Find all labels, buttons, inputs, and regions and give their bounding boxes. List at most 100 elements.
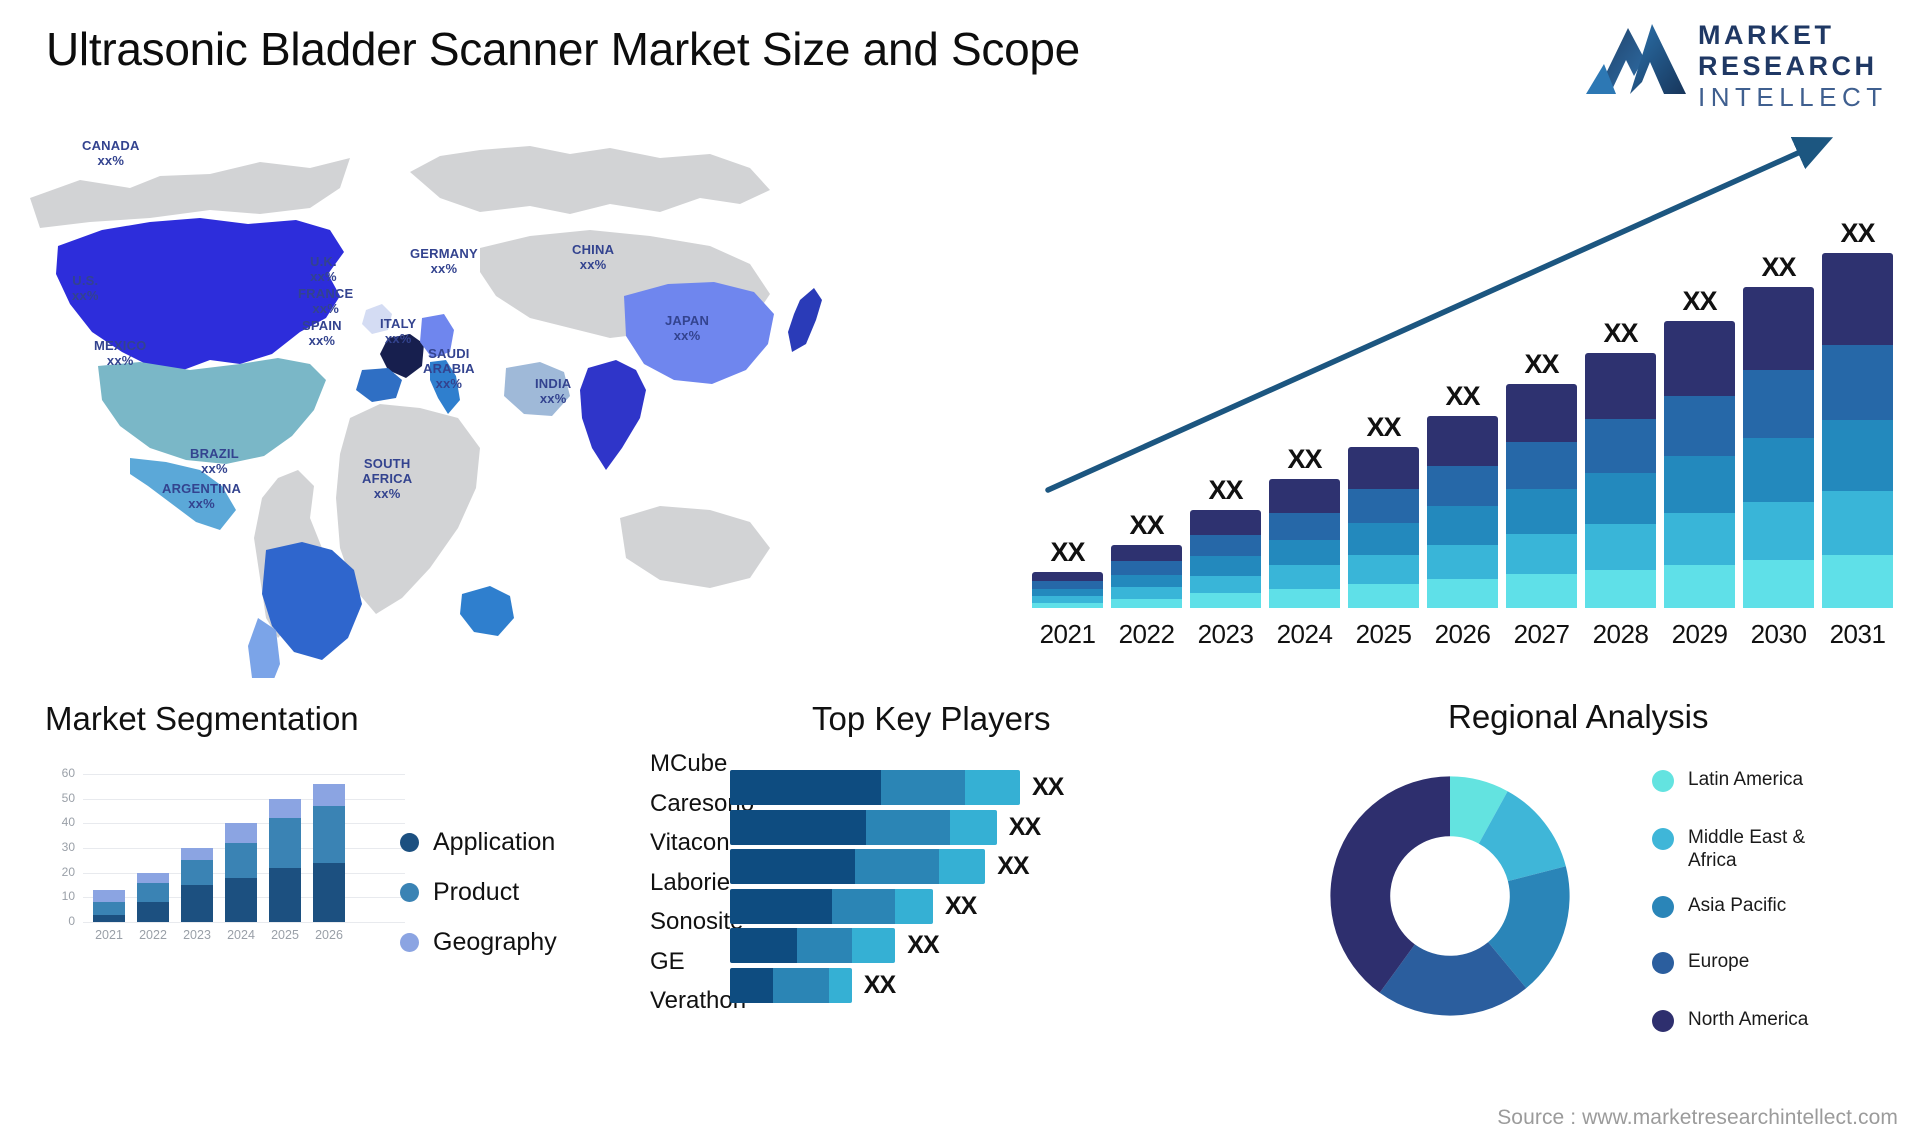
segmentation-y-tick: 30: [61, 840, 75, 854]
segmentation-segment-geography: [181, 848, 213, 861]
map-label-country: GERMANY: [410, 246, 478, 261]
segmentation-segment-application: [181, 885, 213, 922]
growth-bar-segment-band-1-top: [1506, 384, 1577, 443]
segmentation-legend-item-application[interactable]: Application: [400, 828, 555, 857]
growth-bar-segment-band-3: [1506, 489, 1577, 535]
map-label-china: CHINA xx%: [572, 242, 614, 272]
map-country-japan: [788, 288, 822, 352]
source-text: Source : www.marketresearchintellect.com: [1497, 1106, 1898, 1129]
growth-bar-segment-band-4: [1269, 565, 1340, 589]
segmentation-segment-geography: [137, 872, 169, 883]
segmentation-legend-label: Geography: [433, 928, 557, 956]
map-label-value: xx%: [201, 461, 228, 476]
segmentation-legend-label: Application: [433, 828, 556, 856]
player-bar-segment-2: [880, 770, 965, 805]
segmentation-gridline: [83, 922, 405, 923]
map-label-mexico: MEXICO xx%: [94, 338, 146, 368]
segmentation-bar-2021: [93, 889, 125, 922]
growth-bar-stack: [1506, 384, 1577, 608]
map-label-country: INDIA: [535, 376, 572, 391]
growth-bar-segment-band-5-bottom: [1506, 574, 1577, 608]
growth-bar-stack: [1348, 447, 1419, 608]
growth-bar-value-label: XX: [1445, 381, 1480, 411]
growth-bar-segment-band-1-top: [1664, 321, 1735, 396]
growth-bar-segment-band-5-bottom: [1032, 602, 1103, 608]
regional-legend-item-europe[interactable]: Europe: [1652, 950, 1749, 974]
logo-line-1: MARKET: [1698, 20, 1835, 50]
player-bar-segment-1: [730, 928, 797, 963]
regional-legend-item-asia-pacific[interactable]: Asia Pacific: [1652, 894, 1786, 918]
growth-bar-value-label: XX: [1208, 475, 1243, 505]
segmentation-x-tick: 2022: [139, 928, 167, 942]
growth-bar-segment-band-1-top: [1427, 416, 1498, 466]
player-bar-segment-3: [938, 849, 986, 884]
growth-bar-2022: XX: [1111, 510, 1182, 608]
map-label-u-k: U.K. xx%: [310, 254, 337, 284]
growth-bar-segment-band-4: [1664, 513, 1735, 565]
player-bar-segment-2: [854, 849, 939, 884]
regional-legend-item-north-america[interactable]: North America: [1652, 1008, 1808, 1032]
regional-legend-item-middle-east-africa[interactable]: Middle East & Africa: [1652, 826, 1805, 872]
player-label-laborie: Laborie: [650, 868, 731, 896]
growth-bar-value-label: XX: [1840, 218, 1875, 248]
map-label-value: xx%: [106, 353, 134, 368]
player-bar-segment-1: [730, 967, 774, 1003]
segmentation-segment-geography: [225, 823, 257, 844]
map-label-value: xx%: [72, 288, 99, 303]
map-label-country: SOUTH AFRICA: [362, 456, 413, 486]
growth-year-label: 2028: [1592, 619, 1649, 649]
map-label-value: xx%: [97, 153, 125, 168]
map-label-value: xx%: [308, 333, 336, 348]
segmentation-legend-item-geography[interactable]: Geography: [400, 928, 557, 957]
growth-bar-segment-band-3: [1348, 522, 1419, 555]
growth-bar-segment-band-4: [1822, 490, 1893, 555]
growth-bar-segment-band-2: [1190, 535, 1261, 557]
logo-mountain-icon: [1586, 24, 1686, 94]
growth-year-label: 2029: [1671, 619, 1728, 649]
map-label-value: xx%: [188, 496, 215, 511]
growth-year-label: 2022: [1118, 619, 1175, 649]
growth-bar-segment-band-2: [1585, 419, 1656, 473]
infographic-page: Ultrasonic Bladder Scanner Market Size a…: [0, 0, 1920, 1146]
player-bar-value-label: XX: [907, 931, 939, 959]
segmentation-segment-application: [137, 902, 169, 922]
growth-bar-segment-band-1-top: [1585, 353, 1656, 420]
segmentation-segment-product: [181, 860, 213, 885]
growth-bar-segment-band-2: [1822, 345, 1893, 420]
growth-bar-value-label: XX: [1524, 349, 1559, 379]
growth-bar-stack: [1269, 479, 1340, 608]
growth-bar-segment-band-5-bottom: [1822, 554, 1893, 608]
top-key-players-chart: MCube Caresono Vitacon Laborie Sonosite GE Ver…: [630, 700, 1290, 1120]
regional-legend-item-latin-america[interactable]: Latin America: [1652, 768, 1803, 792]
map-label-value: xx%: [373, 486, 401, 501]
map-label-canada: CANADA xx%: [82, 138, 140, 168]
map-label-saudi-arabia: SAUDI ARABIA xx%: [423, 346, 475, 391]
growth-bar-stack: [1032, 572, 1103, 608]
segmentation-segment-product: [137, 882, 169, 903]
segmentation-segment-application: [313, 862, 345, 922]
map-label-value: xx%: [673, 328, 701, 343]
regional-legend-label: Asia Pacific: [1688, 895, 1787, 916]
growth-bar-segment-band-3: [1743, 437, 1814, 503]
player-bar-segment-3: [950, 809, 997, 845]
growth-bar-2026: XX: [1427, 381, 1498, 608]
player-bar-segment-2: [773, 967, 829, 1003]
growth-year-label: 2021: [1039, 619, 1096, 649]
growth-bar-segment-band-1-top: [1032, 572, 1103, 582]
growth-bar-stack: [1427, 416, 1498, 608]
player-bar-segment-3: [964, 770, 1020, 805]
segmentation-segment-geography: [93, 889, 125, 903]
growth-bar-2031: XX: [1822, 218, 1893, 608]
segmentation-bar-2023: [181, 848, 213, 922]
map-label-spain: SPAIN xx%: [302, 318, 342, 348]
segmentation-legend-item-product[interactable]: Product: [400, 878, 519, 907]
segmentation-bar-2024: [225, 823, 257, 922]
growth-bar-segment-band-1-top: [1269, 479, 1340, 513]
segmentation-y-tick: 10: [61, 889, 75, 904]
segmentation-x-tick: 2023: [183, 928, 211, 942]
map-label-value: xx%: [310, 269, 337, 284]
growth-bar-2025: XX: [1348, 412, 1419, 608]
player-bar-verathon: [730, 967, 852, 1003]
player-bar-laborie: [730, 849, 986, 884]
segmentation-gridline: [83, 798, 405, 800]
